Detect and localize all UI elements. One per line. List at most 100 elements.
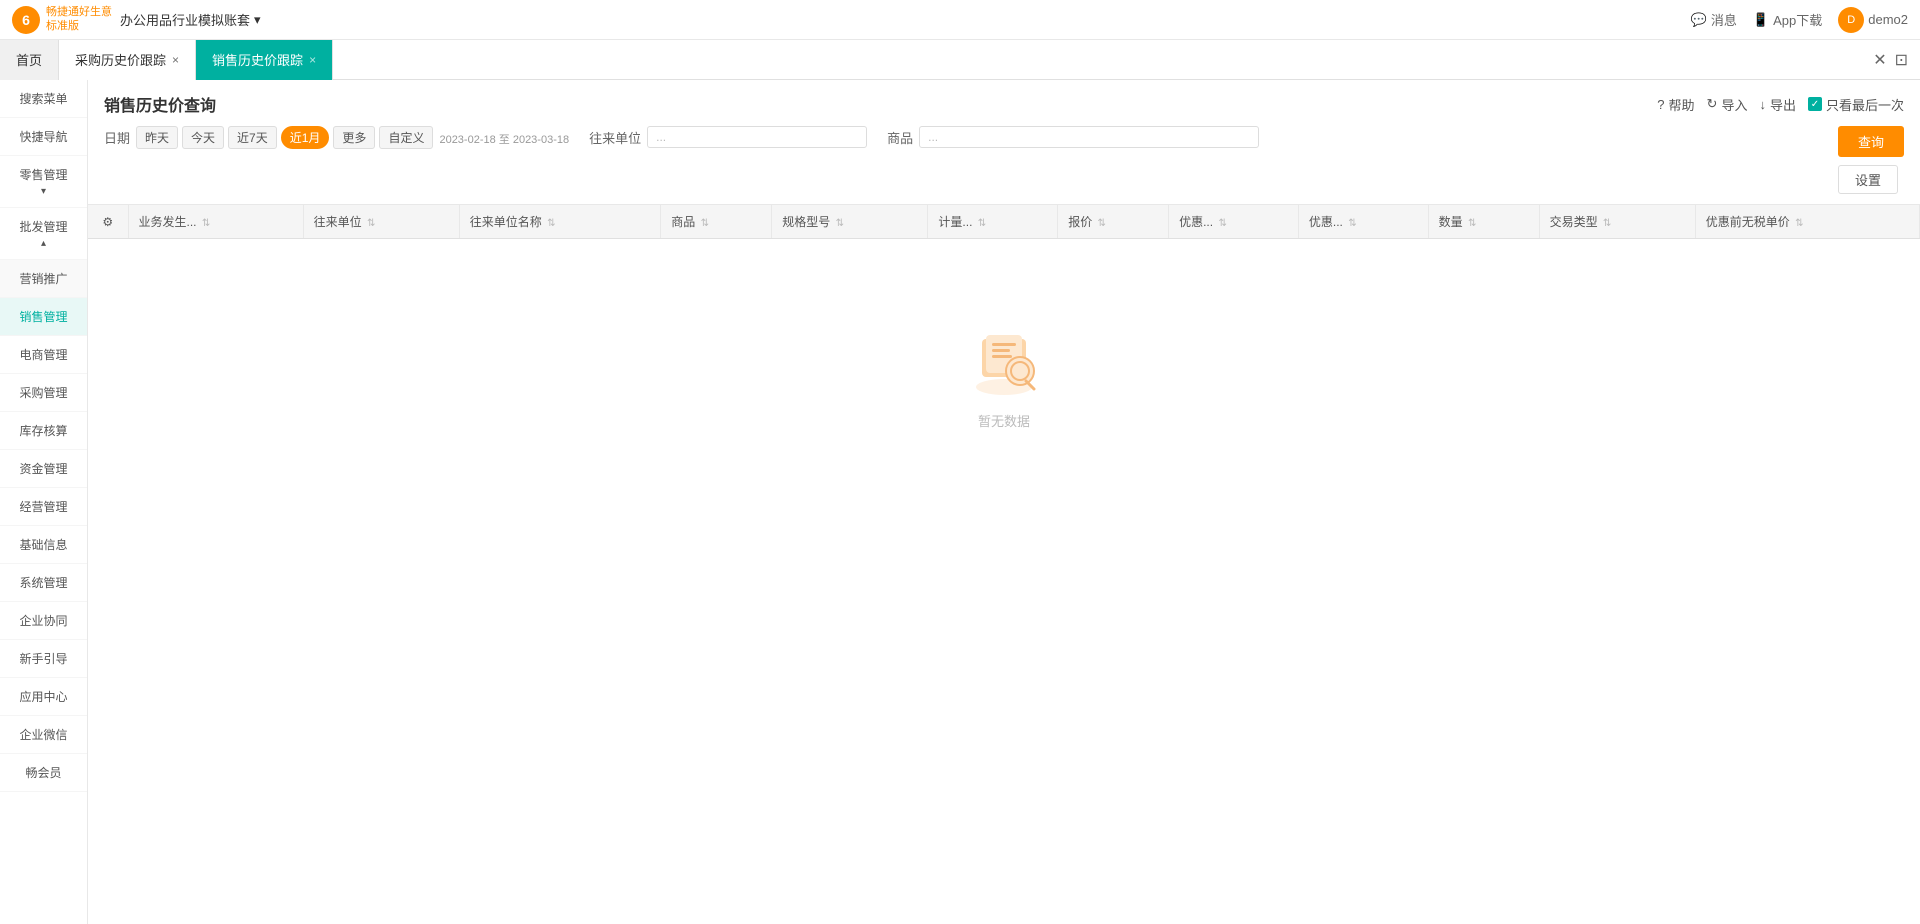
col-gear[interactable]: ⚙: [88, 205, 128, 239]
settings-button[interactable]: 设置: [1838, 165, 1898, 194]
sidebar-item-finance-mgmt[interactable]: 资金管理: [0, 450, 87, 488]
sidebar-item-sales-mgmt[interactable]: 销售管理: [0, 298, 87, 336]
partner-input-placeholder: ...: [656, 130, 666, 144]
ecommerce-mgmt-label: 电商管理: [4, 346, 83, 363]
sort-icon-discount1: ⇅: [1218, 218, 1226, 229]
marketing-label: 营销推广: [4, 270, 83, 287]
sidebar-item-wholesale-mgmt[interactable]: 批发管理 ▴: [0, 208, 87, 260]
tab-sales-history-close[interactable]: ×: [309, 53, 316, 67]
col-goods[interactable]: 商品 ⇅: [661, 205, 772, 239]
sidebar-item-quick-nav[interactable]: 快捷导航: [0, 118, 87, 156]
top-bar-left: 6 畅捷通好生意 标准版 办公用品行业模拟账套 ▾: [12, 6, 261, 34]
wholesale-mgmt-label: 批发管理: [4, 218, 83, 235]
sidebar-item-search-menu[interactable]: 搜索菜单: [0, 80, 87, 118]
col-biz-date[interactable]: 业务发生... ⇅: [128, 205, 303, 239]
sidebar-item-enterprise-collab[interactable]: 企业协同: [0, 602, 87, 640]
top-bar: 6 畅捷通好生意 标准版 办公用品行业模拟账套 ▾ 💬 消息 📱 App下载 D: [0, 0, 1920, 40]
page-title-row: 销售历史价查询 ? 帮助 ↻ 导入 ↓ 导出 ✓: [104, 92, 1904, 116]
restore-tab-action[interactable]: ⊡: [1895, 50, 1908, 70]
date-btns: 昨天 今天 近7天 近1月 更多 自定义: [136, 126, 433, 149]
top-bar-right: 💬 消息 📱 App下载 D demo2: [1691, 7, 1908, 33]
app-download-btn[interactable]: 📱 App下载: [1753, 10, 1822, 29]
sidebar-item-inventory[interactable]: 库存核算: [0, 412, 87, 450]
message-icon: 💬: [1691, 12, 1707, 28]
date-btn-1month[interactable]: 近1月: [281, 126, 330, 149]
col-pre-tax-price[interactable]: 优惠前无税单价 ⇅: [1695, 205, 1919, 239]
partner-label: 往来单位: [589, 128, 641, 147]
col-discount1[interactable]: 优惠... ⇅: [1169, 205, 1299, 239]
content-area: 销售历史价查询 ? 帮助 ↻ 导入 ↓ 导出 ✓: [88, 80, 1920, 924]
sidebar-item-retail-mgmt[interactable]: 零售管理 ▾: [0, 156, 87, 208]
col-qty[interactable]: 数量 ⇅: [1428, 205, 1539, 239]
col-unit[interactable]: 计量... ⇅: [928, 205, 1058, 239]
only-last-checkbox[interactable]: ✓: [1808, 97, 1822, 111]
enterprise-collab-label: 企业协同: [4, 612, 83, 629]
filter-row: 日期 昨天 今天 近7天 近1月 更多 自定义 2023-02-18 至 202…: [104, 126, 1904, 204]
user-menu[interactable]: D demo2: [1838, 7, 1908, 33]
help-icon: ?: [1657, 97, 1664, 112]
enterprise-wechat-label: 企业微信: [4, 726, 83, 743]
sidebar-item-business-mgmt[interactable]: 经营管理: [0, 488, 87, 526]
sidebar-item-app-center[interactable]: 应用中心: [0, 678, 87, 716]
col-partner-code[interactable]: 往来单位 ⇅: [303, 205, 459, 239]
col-spec[interactable]: 规格型号 ⇅: [772, 205, 928, 239]
date-btn-today[interactable]: 今天: [182, 126, 224, 149]
help-btn[interactable]: ? 帮助: [1657, 95, 1694, 114]
tab-home[interactable]: 首页: [0, 40, 59, 80]
col-partner-name[interactable]: 往来单位名称 ⇅: [459, 205, 661, 239]
partner-input[interactable]: ...: [647, 126, 867, 148]
message-btn[interactable]: 💬 消息: [1691, 10, 1737, 29]
data-table: ⚙ 业务发生... ⇅ 往来单位 ⇅ 往来单位名称: [88, 205, 1920, 239]
tab-sales-history[interactable]: 销售历史价跟踪 ×: [196, 40, 333, 80]
retail-mgmt-label: 零售管理: [4, 166, 83, 183]
date-btn-yesterday[interactable]: 昨天: [136, 126, 178, 149]
goods-label: 商品: [887, 128, 913, 147]
sidebar-item-system-mgmt[interactable]: 系统管理: [0, 564, 87, 602]
only-last-check[interactable]: ✓ 只看最后一次: [1808, 95, 1904, 114]
sidebar-item-member[interactable]: 畅会员: [0, 754, 87, 792]
sidebar-item-purchase-mgmt[interactable]: 采购管理: [0, 374, 87, 412]
logo-area: 6 畅捷通好生意 标准版: [12, 6, 112, 34]
date-filter-group: 日期 昨天 今天 近7天 近1月 更多 自定义 2023-02-18 至 202…: [104, 126, 569, 149]
business-mgmt-label: 经营管理: [4, 498, 83, 515]
quick-nav-label: 快捷导航: [4, 128, 83, 145]
date-btn-custom[interactable]: 自定义: [379, 126, 433, 149]
goods-input[interactable]: ...: [919, 126, 1259, 148]
logo-icon: 6: [12, 6, 40, 34]
product-selector[interactable]: 办公用品行业模拟账套 ▾: [120, 10, 261, 29]
tab-purchase-history-close[interactable]: ×: [172, 53, 179, 67]
gear-icon[interactable]: ⚙: [102, 215, 113, 229]
sort-icon-spec: ⇅: [836, 218, 844, 229]
sidebar-item-enterprise-wechat[interactable]: 企业微信: [0, 716, 87, 754]
finance-mgmt-label: 资金管理: [4, 460, 83, 477]
sort-icon-tx-type: ⇅: [1603, 218, 1611, 229]
export-btn[interactable]: ↓ 导出: [1759, 95, 1796, 114]
sidebar-item-ecommerce-mgmt[interactable]: 电商管理: [0, 336, 87, 374]
empty-state: 暂无数据: [88, 239, 1920, 510]
sidebar-item-marketing[interactable]: 营销推广: [0, 260, 87, 298]
col-discount2[interactable]: 优惠... ⇅: [1298, 205, 1428, 239]
close-tab-action[interactable]: ✕: [1873, 50, 1886, 70]
sidebar-item-new-guide[interactable]: 新手引导: [0, 640, 87, 678]
sidebar: 搜索菜单 快捷导航 零售管理 ▾ 批发管理 ▴ 营销推广 销售管理 电商管理 采…: [0, 80, 88, 924]
sidebar-item-basic-info[interactable]: 基础信息: [0, 526, 87, 564]
sort-icon-biz-date: ⇅: [202, 218, 210, 229]
col-tx-type[interactable]: 交易类型 ⇅: [1539, 205, 1695, 239]
date-btn-more[interactable]: 更多: [333, 126, 375, 149]
import-btn[interactable]: ↻ 导入: [1707, 95, 1748, 114]
empty-illustration: [964, 319, 1044, 399]
goods-filter-group: 商品 ...: [887, 126, 1259, 148]
goods-input-placeholder: ...: [928, 130, 938, 144]
partner-filter-group: 往来单位 ...: [589, 126, 867, 148]
sort-icon-unit: ⇅: [978, 218, 986, 229]
filter-actions: 查询 设置: [1838, 126, 1904, 194]
chevron-down-icon: ▾: [41, 186, 46, 197]
date-btn-7days[interactable]: 近7天: [228, 126, 277, 149]
avatar: D: [1838, 7, 1864, 33]
query-button[interactable]: 查询: [1838, 126, 1904, 157]
page-actions: ? 帮助 ↻ 导入 ↓ 导出 ✓ 只看最后一次: [1657, 95, 1904, 114]
tab-purchase-history[interactable]: 采购历史价跟踪 ×: [59, 40, 196, 80]
col-price[interactable]: 报价 ⇅: [1058, 205, 1169, 239]
empty-text: 暂无数据: [978, 411, 1030, 430]
sort-icon-discount2: ⇅: [1348, 218, 1356, 229]
